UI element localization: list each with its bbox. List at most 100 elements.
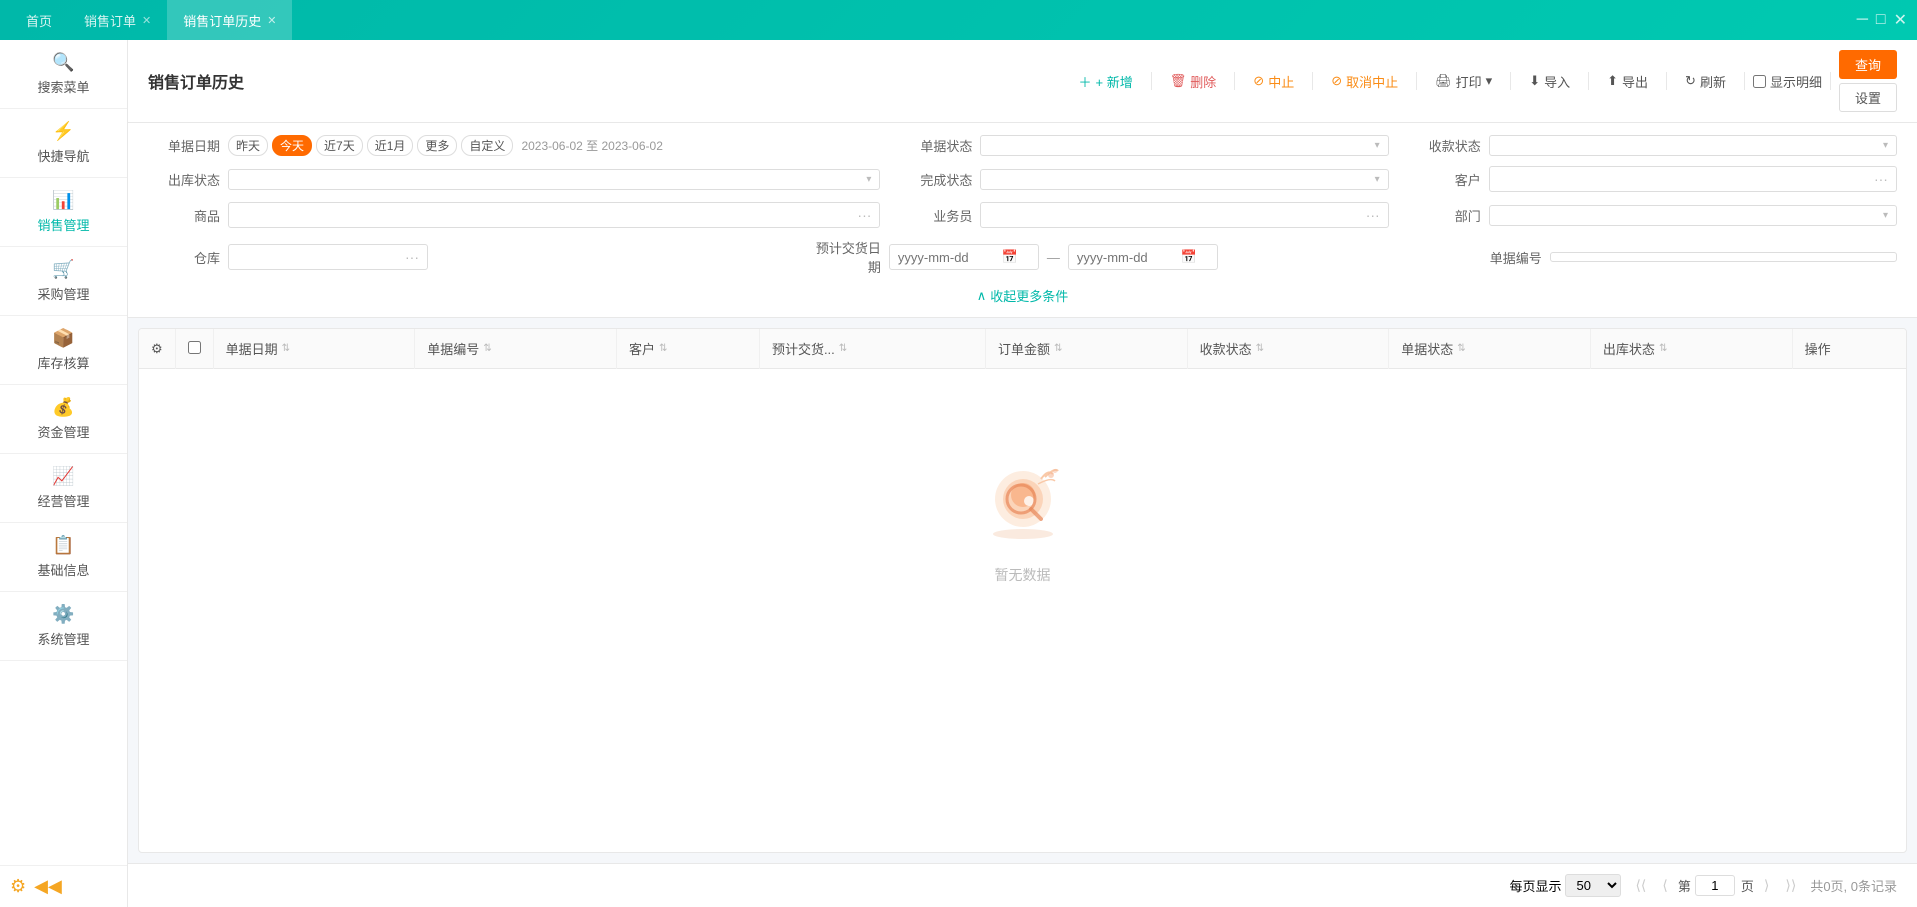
inventory-icon: 📦 <box>52 328 74 349</box>
empty-illustration <box>973 449 1073 549</box>
dept-select[interactable]: ▾ <box>1489 205 1897 226</box>
th-order-status[interactable]: 单据状态 ⇅ <box>1389 329 1591 369</box>
th-expected-delivery-label: 预计交货... <box>772 339 835 358</box>
th-order-no[interactable]: 单据编号 ⇅ <box>415 329 617 369</box>
th-expected-delivery[interactable]: 预计交货... ⇅ <box>759 329 985 369</box>
salesperson-input[interactable]: ··· <box>980 202 1388 228</box>
expected-date-label: 预计交货日期 <box>809 238 889 276</box>
th-settings[interactable]: ⚙ <box>139 329 175 369</box>
sidebar-item-sales-mgmt[interactable]: 📊 销售管理 <box>0 178 127 247</box>
content-area: 销售订单历史 ＋ + 新增 🗑 删除 ⊘ 中止 ⊘ <box>128 40 1917 907</box>
date-from-input[interactable]: 📅 <box>889 244 1039 270</box>
product-input[interactable]: ··· <box>228 202 880 228</box>
sidebar-item-sales-mgmt-label: 销售管理 <box>37 215 89 234</box>
sidebar-item-operations[interactable]: 📈 经营管理 <box>0 454 127 523</box>
print-button[interactable]: 🖨 打印 ▾ <box>1425 68 1502 95</box>
th-customer-label: 客户 <box>629 339 655 358</box>
sidebar-item-base-info[interactable]: 📋 基础信息 <box>0 523 127 592</box>
tab-sales-order-history-close[interactable]: ✕ <box>267 14 276 27</box>
filter-section-status: 单据状态 ▾ <box>880 135 1388 156</box>
select-all-checkbox[interactable] <box>188 341 201 354</box>
filter-section-product: 商品 ··· <box>148 202 880 228</box>
next-page-button[interactable]: ⟩ <box>1758 875 1775 896</box>
receipt-status-select[interactable]: ▾ <box>1489 135 1897 156</box>
date-to-field[interactable] <box>1077 250 1177 265</box>
shortcut-today[interactable]: 今天 <box>272 135 312 156</box>
table-body: 暂无数据 <box>139 369 1906 666</box>
th-checkbox[interactable] <box>175 329 213 369</box>
display-dense-toggle[interactable]: 显示明细 <box>1753 72 1822 91</box>
add-button[interactable]: ＋ + 新增 <box>1069 68 1143 95</box>
th-customer[interactable]: 客户 ⇅ <box>616 329 759 369</box>
last-page-button[interactable]: ⟩⟩ <box>1779 875 1802 896</box>
sidebar-item-operations-label: 经营管理 <box>37 491 89 510</box>
date-from-field[interactable] <box>898 250 998 265</box>
filter-section-dept: 部门 ▾ <box>1389 205 1897 226</box>
th-amount-sort-icon: ⇅ <box>1054 343 1062 354</box>
sidebar-collapse-button[interactable]: ◀◀ <box>34 876 62 897</box>
receipt-status-label: 收款状态 <box>1409 136 1489 155</box>
query-button[interactable]: 查询 <box>1839 50 1897 79</box>
first-page-button[interactable]: ⟨⟨ <box>1629 875 1652 896</box>
refresh-button[interactable]: ↻ 刷新 <box>1675 68 1736 95</box>
top-bar: 首页 销售订单 ✕ 销售订单历史 ✕ ─ □ ✕ <box>0 0 1917 40</box>
window-minimize-button[interactable]: ─ <box>1857 11 1868 29</box>
sidebar-item-quick-nav[interactable]: ⚡ 快捷导航 <box>0 109 127 178</box>
tab-sales-order[interactable]: 销售订单 ✕ <box>68 0 167 40</box>
sidebar: 🔍 搜索菜单 ⚡ 快捷导航 📊 销售管理 🛒 采购管理 📦 库存核算 💰 资金管… <box>0 40 128 907</box>
order-status-select[interactable]: ▾ <box>980 135 1388 156</box>
sep9 <box>1830 72 1831 90</box>
th-date[interactable]: 单据日期 ⇅ <box>213 329 415 369</box>
th-delivery-status-label: 出库状态 <box>1603 339 1655 358</box>
collapse-button[interactable]: ∧ 收起更多条件 <box>148 286 1897 305</box>
order-no-label: 单据编号 <box>1470 248 1550 267</box>
window-close-button[interactable]: ✕ <box>1894 10 1907 30</box>
shortcut-custom[interactable]: 自定义 <box>461 135 513 156</box>
sidebar-item-search-menu[interactable]: 🔍 搜索菜单 <box>0 40 127 109</box>
sidebar-item-purchase-mgmt[interactable]: 🛒 采购管理 <box>0 247 127 316</box>
order-no-input[interactable] <box>1550 252 1897 262</box>
th-amount[interactable]: 订单金额 ⇅ <box>986 329 1188 369</box>
export-button[interactable]: ⬆ 导出 <box>1597 68 1658 95</box>
filter-section-delivery-status: 出库状态 ▾ <box>148 169 880 190</box>
delete-button[interactable]: 🗑 删除 <box>1160 68 1227 95</box>
tab-home[interactable]: 首页 <box>10 0 68 40</box>
shortcut-7days[interactable]: 近7天 <box>316 135 363 156</box>
export-icon: ⬆ <box>1607 73 1618 89</box>
date-filter-value: 昨天 今天 近7天 近1月 更多 自定义 2023-06-02 至 2023-0… <box>228 135 880 156</box>
sidebar-item-inventory[interactable]: 📦 库存核算 <box>0 316 127 385</box>
tab-sales-order-history[interactable]: 销售订单历史 ✕ <box>167 0 292 40</box>
sidebar-item-finance[interactable]: 💰 资金管理 <box>0 385 127 454</box>
tab-sales-order-label: 销售订单 <box>84 11 136 30</box>
page-size-dropdown[interactable]: 10 20 50 100 <box>1565 874 1621 897</box>
filter-section-salesperson: 业务员 ··· <box>880 202 1388 228</box>
date-to-input[interactable]: 📅 <box>1068 244 1218 270</box>
sidebar-settings-button[interactable]: ⚙ <box>10 876 26 897</box>
complete-status-select[interactable]: ▾ <box>980 169 1388 190</box>
window-maximize-button[interactable]: □ <box>1876 11 1886 29</box>
sidebar-item-quick-nav-label: 快捷导航 <box>37 146 89 165</box>
prev-page-button[interactable]: ⟨ <box>1656 875 1673 896</box>
tab-home-label: 首页 <box>26 11 52 30</box>
th-receipt-status[interactable]: 收款状态 ⇅ <box>1187 329 1389 369</box>
delivery-status-select[interactable]: ▾ <box>228 169 880 190</box>
sidebar-item-sys-mgmt[interactable]: ⚙️ 系统管理 <box>0 592 127 661</box>
th-delivery-status[interactable]: 出库状态 ⇅ <box>1590 329 1792 369</box>
display-dense-checkbox[interactable] <box>1753 75 1766 88</box>
page-number-input[interactable] <box>1695 875 1735 896</box>
import-button[interactable]: ⬇ 导入 <box>1519 68 1580 95</box>
shortcut-1month[interactable]: 近1月 <box>367 135 414 156</box>
filter-section-complete-status: 完成状态 ▾ <box>880 169 1388 190</box>
stop-label: 中止 <box>1268 72 1294 91</box>
th-amount-label: 订单金额 <box>998 339 1050 358</box>
shortcut-more[interactable]: 更多 <box>417 135 457 156</box>
shortcut-yesterday[interactable]: 昨天 <box>228 135 268 156</box>
stop-button[interactable]: ⊘ 中止 <box>1243 68 1304 95</box>
warehouse-input[interactable]: ··· <box>228 244 428 270</box>
customer-input[interactable]: ··· <box>1489 166 1897 192</box>
salesperson-dots-icon: ··· <box>1366 207 1380 223</box>
tab-sales-order-close[interactable]: ✕ <box>142 14 151 27</box>
settings-button[interactable]: 设置 <box>1839 83 1897 112</box>
complete-status-dropdown-icon: ▾ <box>1375 174 1380 185</box>
cancel-stop-button[interactable]: ⊘ 取消中止 <box>1321 68 1408 95</box>
